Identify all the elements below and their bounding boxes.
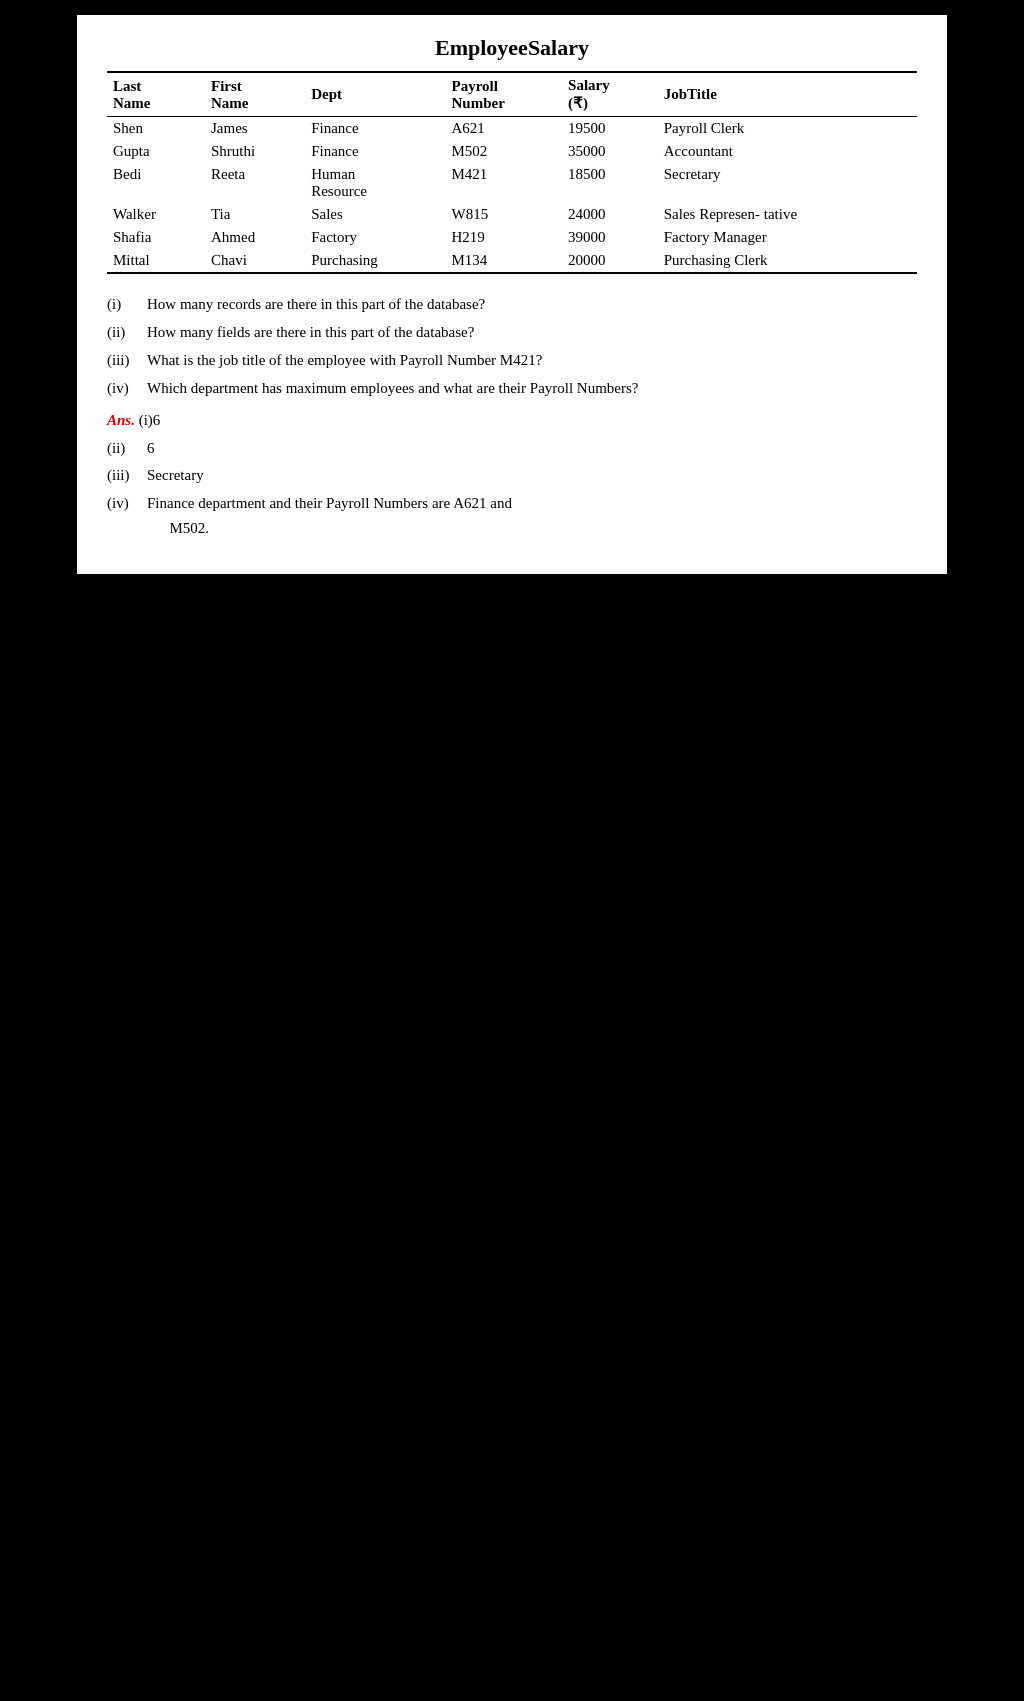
- cell-first_name: Chavi: [205, 249, 305, 273]
- page-content: EmployeeSalary LastName FirstName Dept P…: [77, 15, 947, 574]
- cell-job_title: Payroll Clerk: [658, 117, 917, 141]
- cell-salary: 35000: [562, 140, 658, 163]
- answer-text: Finance department and their Payroll Num…: [147, 491, 917, 542]
- cell-payroll_number: A621: [446, 117, 563, 141]
- cell-first_name: Shruthi: [205, 140, 305, 163]
- cell-job_title: Sales Represen- tative: [658, 203, 917, 226]
- question-text: How many records are there in this part …: [147, 292, 917, 316]
- col-header-job-title: JobTitle: [658, 72, 917, 117]
- question-label: (ii): [107, 320, 147, 344]
- cell-first_name: Ahmed: [205, 226, 305, 249]
- cell-last_name: Shafia: [107, 226, 205, 249]
- cell-payroll_number: M502: [446, 140, 563, 163]
- cell-payroll_number: H219: [446, 226, 563, 249]
- answer-label: Ans. (i): [107, 408, 153, 434]
- cell-salary: 24000: [562, 203, 658, 226]
- question-item: (i)How many records are there in this pa…: [107, 292, 917, 316]
- table-row: GuptaShruthiFinanceM50235000Accountant: [107, 140, 917, 163]
- cell-dept: HumanResource: [305, 163, 445, 203]
- cell-first_name: Tia: [205, 203, 305, 226]
- cell-job_title: Accountant: [658, 140, 917, 163]
- cell-first_name: James: [205, 117, 305, 141]
- col-header-salary: Salary(₹): [562, 72, 658, 117]
- question-label: (iii): [107, 348, 147, 372]
- answer-item: Ans. (i)6: [107, 408, 917, 434]
- cell-last_name: Mittal: [107, 249, 205, 273]
- question-text: What is the job title of the employee wi…: [147, 348, 917, 372]
- cell-last_name: Shen: [107, 117, 205, 141]
- col-header-first-name: FirstName: [205, 72, 305, 117]
- answer-item: (iii)Secretary: [107, 463, 917, 489]
- cell-salary: 19500: [562, 117, 658, 141]
- answer-item: (iv)Finance department and their Payroll…: [107, 491, 917, 542]
- answer-label: (ii): [107, 436, 147, 462]
- col-header-payroll-number: PayrollNumber: [446, 72, 563, 117]
- table-wrapper: LastName FirstName Dept PayrollNumber Sa…: [107, 71, 917, 274]
- cell-last_name: Gupta: [107, 140, 205, 163]
- ans-prefix: Ans.: [107, 412, 139, 428]
- cell-payroll_number: M134: [446, 249, 563, 273]
- question-item: (iii)What is the job title of the employ…: [107, 348, 917, 372]
- answers-section: Ans. (i)6(ii)6(iii)Secretary(iv)Finance …: [107, 408, 917, 542]
- table-row: ShenJamesFinanceA62119500Payroll Clerk: [107, 117, 917, 141]
- cell-payroll_number: W815: [446, 203, 563, 226]
- cell-dept: Purchasing: [305, 249, 445, 273]
- cell-job_title: Secretary: [658, 163, 917, 203]
- table-row: MittalChaviPurchasingM13420000Purchasing…: [107, 249, 917, 273]
- cell-salary: 39000: [562, 226, 658, 249]
- cell-salary: 18500: [562, 163, 658, 203]
- table-header-row: LastName FirstName Dept PayrollNumber Sa…: [107, 72, 917, 117]
- question-text: How many fields are there in this part o…: [147, 320, 917, 344]
- question-item: (iv)Which department has maximum employe…: [107, 376, 917, 400]
- answer-text: 6: [153, 408, 917, 434]
- table-row: BediReetaHumanResourceM42118500Secretary: [107, 163, 917, 203]
- table-row: WalkerTiaSalesW81524000Sales Represen- t…: [107, 203, 917, 226]
- answer-text: 6: [147, 436, 917, 462]
- cell-dept: Finance: [305, 117, 445, 141]
- cell-payroll_number: M421: [446, 163, 563, 203]
- table-row: ShafiaAhmedFactoryH21939000Factory Manag…: [107, 226, 917, 249]
- question-label: (iv): [107, 376, 147, 400]
- question-text: Which department has maximum employees a…: [147, 376, 917, 400]
- answer-label: (iii): [107, 463, 147, 489]
- question-item: (ii)How many fields are there in this pa…: [107, 320, 917, 344]
- question-label: (i): [107, 292, 147, 316]
- cell-dept: Factory: [305, 226, 445, 249]
- answer-label: (iv): [107, 491, 147, 542]
- cell-salary: 20000: [562, 249, 658, 273]
- cell-first_name: Reeta: [205, 163, 305, 203]
- cell-dept: Finance: [305, 140, 445, 163]
- answer-item: (ii)6: [107, 436, 917, 462]
- cell-last_name: Walker: [107, 203, 205, 226]
- questions-section: (i)How many records are there in this pa…: [107, 292, 917, 400]
- cell-dept: Sales: [305, 203, 445, 226]
- answer-text: Secretary: [147, 463, 917, 489]
- col-header-last-name: LastName: [107, 72, 205, 117]
- cell-job_title: Purchasing Clerk: [658, 249, 917, 273]
- employee-table: LastName FirstName Dept PayrollNumber Sa…: [107, 71, 917, 274]
- cell-job_title: Factory Manager: [658, 226, 917, 249]
- cell-last_name: Bedi: [107, 163, 205, 203]
- page-title: EmployeeSalary: [107, 35, 917, 61]
- col-header-dept: Dept: [305, 72, 445, 117]
